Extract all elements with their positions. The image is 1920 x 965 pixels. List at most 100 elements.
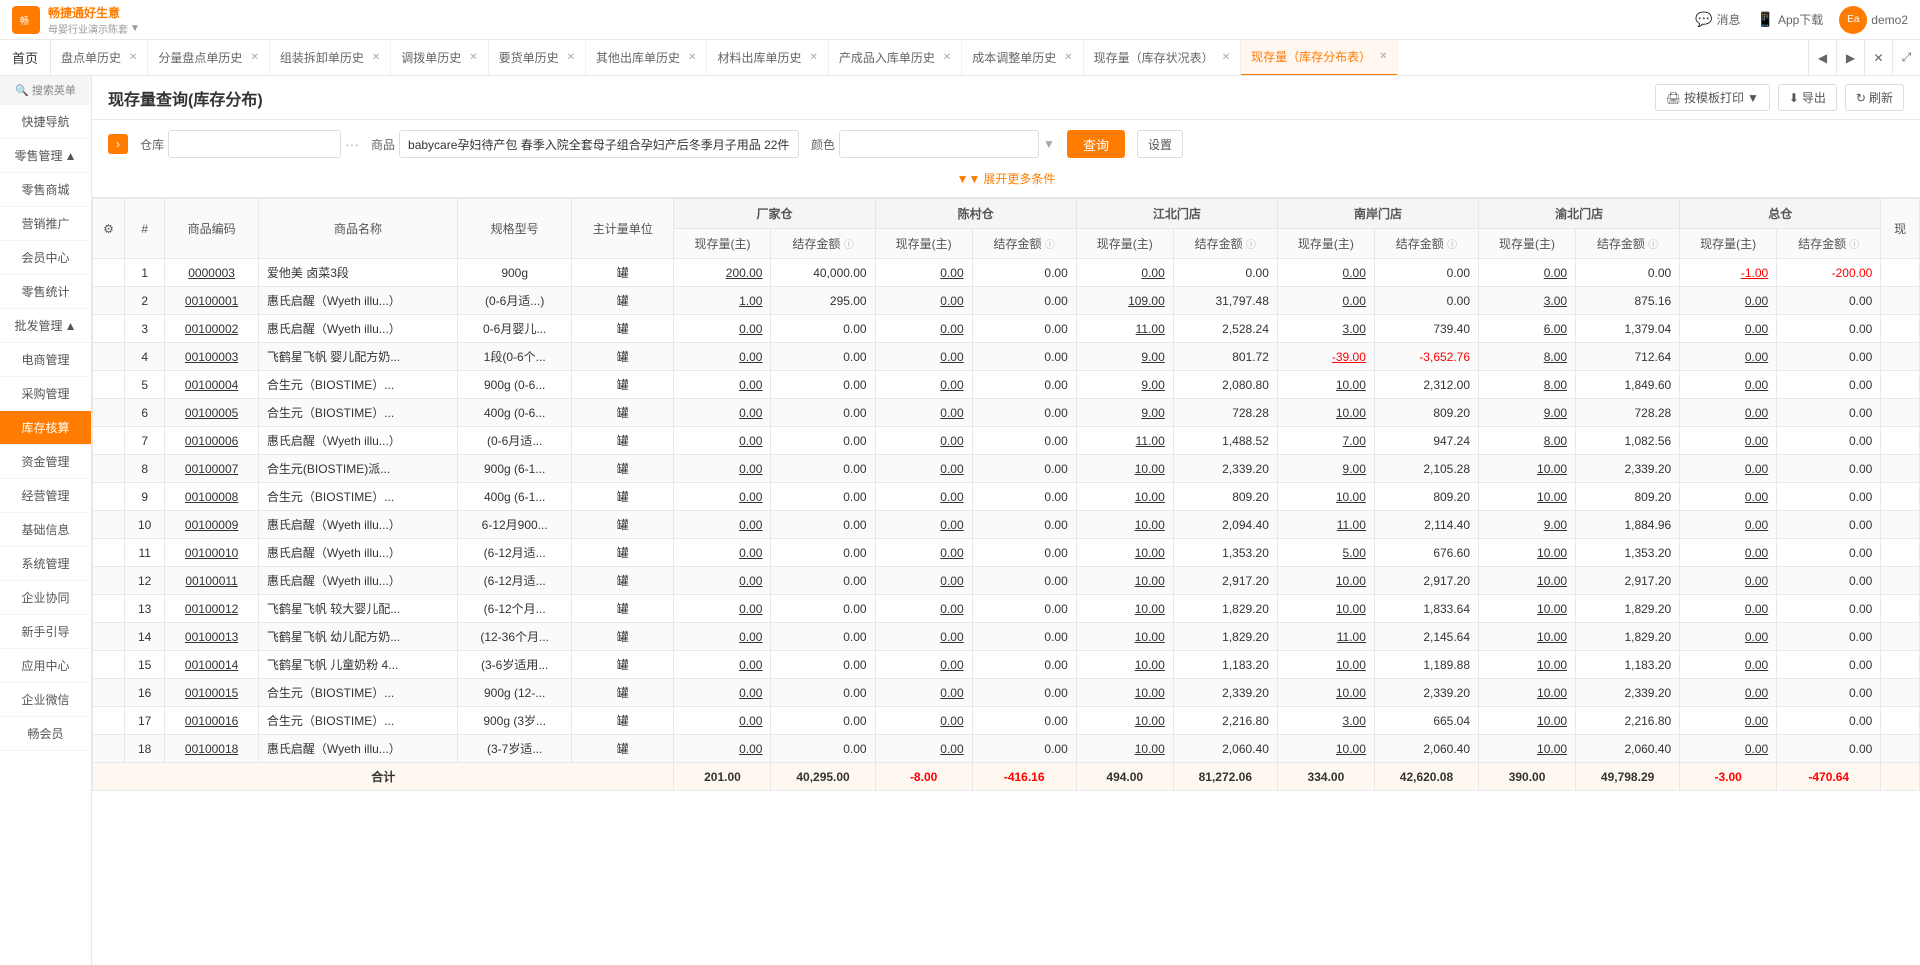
row-total-stock[interactable]: 0.00 — [1680, 595, 1777, 623]
row-nanan-stock[interactable]: 9.00 — [1277, 455, 1374, 483]
row-total-stock[interactable]: 0.00 — [1680, 735, 1777, 763]
row-chenma-stock[interactable]: 0.00 — [875, 315, 972, 343]
tab-next-btn[interactable]: ▶ — [1836, 40, 1864, 76]
sidebar-item-wholesale[interactable]: 批发管理 ▲ — [0, 309, 91, 343]
row-total-stock[interactable]: 0.00 — [1680, 539, 1777, 567]
row-code[interactable]: 00100012 — [165, 595, 259, 623]
row-chenma-stock[interactable]: 0.00 — [875, 483, 972, 511]
row-jiangbei-stock[interactable]: 9.00 — [1076, 399, 1173, 427]
close-icon[interactable]: ✕ — [1222, 52, 1230, 63]
close-icon[interactable]: ✕ — [129, 52, 137, 63]
tab-home[interactable]: 首页 — [0, 40, 51, 76]
sidebar-quick-nav[interactable]: 快捷导航 — [0, 105, 91, 139]
row-chenma-stock[interactable]: 0.00 — [875, 259, 972, 287]
row-factory-stock[interactable]: 0.00 — [674, 567, 771, 595]
row-jiangbei-stock[interactable]: 9.00 — [1076, 371, 1173, 399]
color-input[interactable] — [839, 130, 1039, 158]
row-nanan-stock[interactable]: 3.00 — [1277, 315, 1374, 343]
row-chenma-stock[interactable]: 0.00 — [875, 707, 972, 735]
row-chenma-stock[interactable]: 0.00 — [875, 735, 972, 763]
row-jiangbei-stock[interactable]: 10.00 — [1076, 735, 1173, 763]
row-nanan-stock[interactable]: 10.00 — [1277, 483, 1374, 511]
sidebar-item-member[interactable]: 会员中心 — [0, 241, 91, 275]
row-yubei-stock[interactable]: 10.00 — [1479, 651, 1576, 679]
row-chenma-stock[interactable]: 0.00 — [875, 651, 972, 679]
row-yubei-stock[interactable]: 10.00 — [1479, 707, 1576, 735]
row-total-stock[interactable]: 0.00 — [1680, 651, 1777, 679]
row-jiangbei-stock[interactable]: 10.00 — [1076, 651, 1173, 679]
row-code[interactable]: 00100004 — [165, 371, 259, 399]
close-icon[interactable]: ✕ — [1379, 51, 1387, 62]
row-yubei-stock[interactable]: 3.00 — [1479, 287, 1576, 315]
row-yubei-stock[interactable]: 6.00 — [1479, 315, 1576, 343]
tab-requisition[interactable]: 要货单历史 ✕ — [489, 40, 586, 76]
row-total-stock[interactable]: 0.00 — [1680, 511, 1777, 539]
row-code[interactable]: 00100013 — [165, 623, 259, 651]
row-jiangbei-stock[interactable]: 11.00 — [1076, 427, 1173, 455]
expand-filter-btn[interactable]: ▼▼ 展开更多条件 — [957, 170, 1056, 187]
row-yubei-stock[interactable]: 8.00 — [1479, 371, 1576, 399]
sidebar-item-retail-stat[interactable]: 零售统计 — [0, 275, 91, 309]
row-nanan-stock[interactable]: -39.00 — [1277, 343, 1374, 371]
row-nanan-stock[interactable]: 5.00 — [1277, 539, 1374, 567]
row-yubei-stock[interactable]: 9.00 — [1479, 511, 1576, 539]
row-code[interactable]: 00100003 — [165, 343, 259, 371]
row-yubei-stock[interactable]: 8.00 — [1479, 343, 1576, 371]
refresh-btn[interactable]: ↻ 刷新 — [1845, 84, 1904, 111]
row-chenma-stock[interactable]: 0.00 — [875, 679, 972, 707]
row-total-stock[interactable]: 0.00 — [1680, 371, 1777, 399]
row-code[interactable]: 00100015 — [165, 679, 259, 707]
row-code[interactable]: 00100006 — [165, 427, 259, 455]
row-factory-stock[interactable]: 0.00 — [674, 343, 771, 371]
row-nanan-stock[interactable]: 0.00 — [1277, 287, 1374, 315]
user-profile[interactable]: Ea demo2 — [1839, 6, 1908, 34]
row-nanan-stock[interactable]: 10.00 — [1277, 595, 1374, 623]
row-nanan-stock[interactable]: 10.00 — [1277, 651, 1374, 679]
close-icon[interactable]: ✕ — [372, 52, 380, 63]
row-factory-stock[interactable]: 0.00 — [674, 623, 771, 651]
row-jiangbei-stock[interactable]: 9.00 — [1076, 343, 1173, 371]
row-total-stock[interactable]: 0.00 — [1680, 343, 1777, 371]
row-jiangbei-stock[interactable]: 109.00 — [1076, 287, 1173, 315]
row-total-stock[interactable]: 0.00 — [1680, 679, 1777, 707]
row-nanan-stock[interactable]: 11.00 — [1277, 511, 1374, 539]
row-chenma-stock[interactable]: 0.00 — [875, 427, 972, 455]
row-chenma-stock[interactable]: 0.00 — [875, 623, 972, 651]
row-chenma-stock[interactable]: 0.00 — [875, 371, 972, 399]
row-nanan-stock[interactable]: 10.00 — [1277, 371, 1374, 399]
row-chenma-stock[interactable]: 0.00 — [875, 595, 972, 623]
row-nanan-stock[interactable]: 10.00 — [1277, 679, 1374, 707]
message-btn[interactable]: 💬 消息 — [1695, 11, 1740, 28]
tab-assembly[interactable]: 组装拆卸单历史 ✕ — [270, 40, 391, 76]
sidebar-item-purchase[interactable]: 采购管理 — [0, 377, 91, 411]
row-chenma-stock[interactable]: 0.00 — [875, 567, 972, 595]
row-factory-stock[interactable]: 1.00 — [674, 287, 771, 315]
tab-product-in[interactable]: 产成品入库单历史 ✕ — [829, 40, 962, 76]
row-yubei-stock[interactable]: 10.00 — [1479, 595, 1576, 623]
close-icon[interactable]: ✕ — [567, 52, 575, 63]
row-nanan-stock[interactable]: 10.00 — [1277, 735, 1374, 763]
close-icon[interactable]: ✕ — [469, 52, 477, 63]
row-jiangbei-stock[interactable]: 10.00 — [1076, 511, 1173, 539]
row-yubei-stock[interactable]: 10.00 — [1479, 539, 1576, 567]
row-jiangbei-stock[interactable]: 10.00 — [1076, 539, 1173, 567]
row-factory-stock[interactable]: 0.00 — [674, 539, 771, 567]
row-yubei-stock[interactable]: 10.00 — [1479, 567, 1576, 595]
row-total-stock[interactable]: 0.00 — [1680, 623, 1777, 651]
sidebar-item-wechat[interactable]: 企业微信 — [0, 683, 91, 717]
row-yubei-stock[interactable]: 9.00 — [1479, 399, 1576, 427]
row-chenma-stock[interactable]: 0.00 — [875, 287, 972, 315]
row-nanan-stock[interactable]: 11.00 — [1277, 623, 1374, 651]
warehouse-more-btn[interactable]: ··· — [345, 136, 359, 152]
tab-inventory-count[interactable]: 盘点单历史 ✕ — [51, 40, 148, 76]
row-yubei-stock[interactable]: 10.00 — [1479, 679, 1576, 707]
row-jiangbei-stock[interactable]: 0.00 — [1076, 259, 1173, 287]
row-factory-stock[interactable]: 0.00 — [674, 595, 771, 623]
tab-other-out[interactable]: 其他出库单历史 ✕ — [586, 40, 707, 76]
search-btn[interactable]: 查询 — [1067, 130, 1125, 158]
row-code[interactable]: 00100001 — [165, 287, 259, 315]
sidebar-item-finance[interactable]: 资金管理 — [0, 445, 91, 479]
row-nanan-stock[interactable]: 10.00 — [1277, 399, 1374, 427]
sidebar-item-guide[interactable]: 新手引导 — [0, 615, 91, 649]
row-factory-stock[interactable]: 0.00 — [674, 651, 771, 679]
